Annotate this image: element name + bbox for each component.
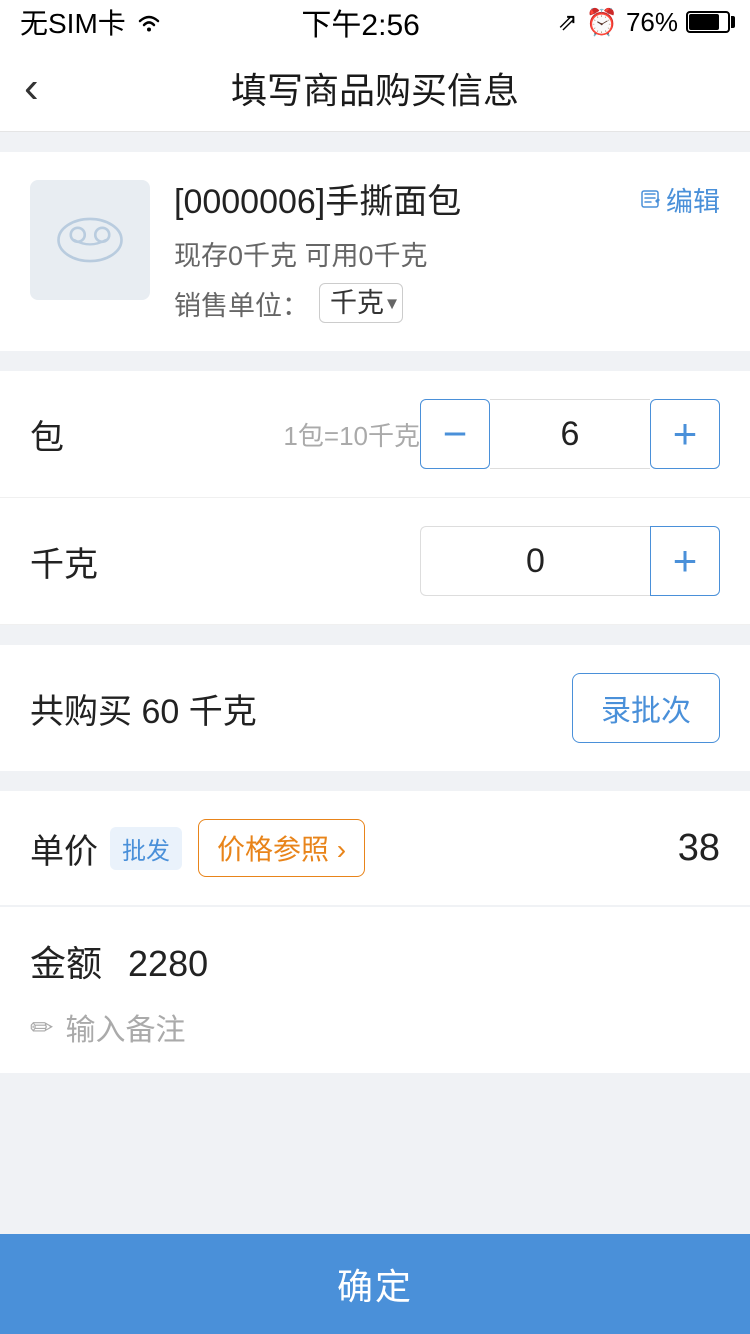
kg-plus-button[interactable]: + [650,526,720,596]
kg-label: 千克 [30,537,420,586]
amount-row: 金额 2280 [30,935,720,987]
total-label: 共购买 60 千克 [30,684,257,733]
kg-controls: + [420,526,720,596]
kg-input[interactable] [420,526,650,596]
edit-button[interactable]: 编辑 [640,180,720,219]
location-icon: ⇗ [557,8,577,37]
bao-hint: 1包=10千克 [283,416,420,453]
product-card: [0000006]手撕面包 编辑 现存0千克 可用0千克 销售单位： 千克 [0,152,750,351]
remark-row[interactable]: ✏ 输入备注 [30,1005,720,1049]
quantity-kg-row: 千克 + [0,498,750,625]
confirm-button[interactable]: 确定 [0,1234,750,1334]
battery-icon [686,11,730,33]
price-ref-button[interactable]: 价格参照 › [198,819,365,877]
status-right: ⇗ ⏰ 76% [557,7,730,38]
nav-bar: ‹ 填写商品购买信息 [0,44,750,132]
remark-icon: ✏ [30,1011,53,1044]
quantity-bao-row: 包 1包=10千克 − + [0,371,750,498]
batch-button[interactable]: 录批次 [572,673,720,743]
batch-tag: 批发 [110,827,182,870]
amount-section: 金额 2280 ✏ 输入备注 [0,907,750,1073]
battery-percent: 76% [626,7,678,38]
bao-controls: − + [420,399,720,469]
product-thumbnail [30,180,150,300]
product-name: [0000006]手撕面包 [174,180,461,224]
bao-minus-button[interactable]: − [420,399,490,469]
status-bar: 无SIM卡 下午2:56 ⇗ ⏰ 76% [0,0,750,44]
amount-value: 2280 [128,943,208,984]
wifi-icon [134,11,164,33]
unit-select[interactable]: 千克 [319,283,403,323]
back-button[interactable]: ‹ [24,66,39,110]
product-logo [55,215,125,265]
page-title: 填写商品购买信息 [231,62,519,114]
unit-select-wrap[interactable]: 千克 [309,283,403,323]
price-value: 38 [678,827,720,870]
alarm-icon: ⏰ [586,7,618,38]
price-row: 单价 批发 价格参照 › 38 [0,791,750,905]
bao-input[interactable] [490,399,650,469]
product-stock: 现存0千克 可用0千克 [174,234,720,273]
status-time: 下午2:56 [301,0,419,44]
product-info: [0000006]手撕面包 编辑 现存0千克 可用0千克 销售单位： 千克 [174,180,720,323]
edit-icon [640,189,662,211]
remark-label: 输入备注 [65,1005,185,1049]
bao-label: 包 [30,410,271,459]
status-carrier: 无SIM卡 [20,2,164,42]
bao-plus-button[interactable]: + [650,399,720,469]
total-row: 共购买 60 千克 录批次 [0,645,750,771]
product-unit-row: 销售单位： 千克 [174,283,720,323]
quantity-bao-section: 包 1包=10千克 − + 千克 + [0,371,750,625]
price-label: 单价 [30,824,98,873]
